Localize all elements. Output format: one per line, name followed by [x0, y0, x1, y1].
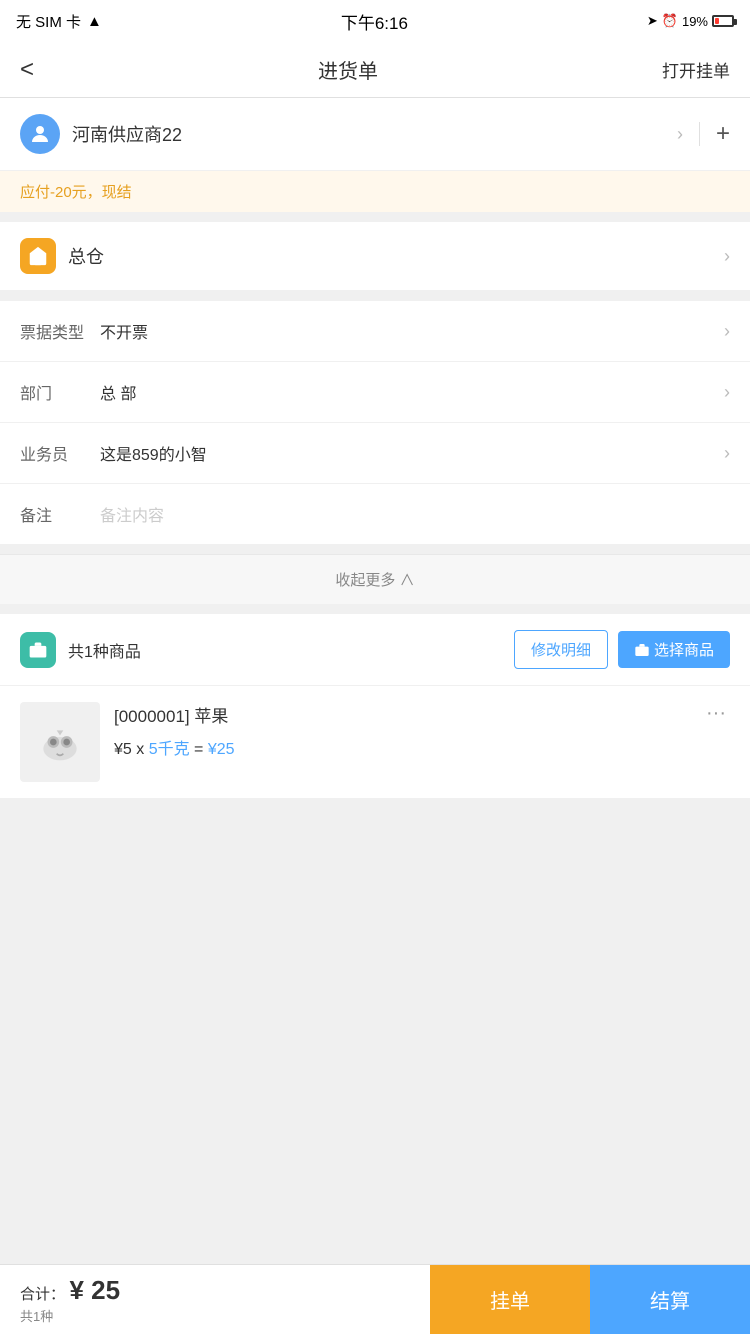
form-section: 票据类型 不开票 › 部门 总 部 › 业务员 这是859的小智 › 备注 备注…	[0, 300, 750, 544]
collapse-button[interactable]: 收起更多 ∧	[0, 554, 750, 604]
battery-icon	[712, 15, 734, 27]
quantity: 5千克	[149, 741, 190, 758]
total-label: 合计：	[20, 1286, 65, 1303]
product-more-button[interactable]: ···	[702, 702, 730, 725]
department-value: 总 部	[100, 380, 724, 404]
invoice-type-value: 不开票	[100, 319, 724, 343]
collapse-label: 收起更多 ∧	[335, 572, 414, 589]
supplier-avatar	[20, 114, 60, 154]
remarks-input[interactable]: 备注内容	[100, 502, 730, 526]
warehouse-row[interactable]: 总仓 ›	[0, 222, 750, 290]
alarm-icon: ⏰	[662, 13, 678, 29]
status-carrier: 无 SIM 卡 ▲	[16, 11, 102, 32]
supplier-name: 河南供应商22	[72, 121, 677, 147]
line-total: ¥25	[208, 741, 235, 758]
status-right-group: ➤ ⏰ 19%	[647, 13, 734, 29]
product-thumbnail	[20, 702, 100, 782]
invoice-type-row[interactable]: 票据类型 不开票 ›	[0, 300, 750, 361]
unit-price: ¥5 x	[114, 741, 149, 758]
select-product-button[interactable]: 选择商品	[618, 631, 730, 668]
supplier-notice: 应付-20元，现结	[0, 171, 750, 212]
checkout-button[interactable]: 结算	[590, 1265, 750, 1334]
salesperson-row[interactable]: 业务员 这是859的小智 ›	[0, 422, 750, 483]
warehouse-chevron-icon: ›	[724, 246, 730, 267]
add-supplier-button[interactable]: +	[716, 120, 730, 148]
vertical-divider	[699, 122, 700, 146]
battery-percent: 19%	[682, 14, 708, 29]
product-code: [0000001]	[114, 707, 194, 726]
product-item: [0000001] 苹果 ¥5 x 5千克 = ¥25 ···	[0, 685, 750, 798]
hang-order-button[interactable]: 挂单	[430, 1265, 590, 1334]
remarks-row[interactable]: 备注 备注内容	[0, 483, 750, 544]
status-time: 下午6:16	[341, 9, 408, 34]
total-row: 合计： ¥ 25	[20, 1275, 410, 1306]
supplier-section: 河南供应商22 › + 应付-20元，现结	[0, 98, 750, 212]
supplier-row[interactable]: 河南供应商22 › +	[0, 98, 750, 171]
invoice-type-label: 票据类型	[20, 319, 100, 343]
total-amount: ¥ 25	[69, 1275, 120, 1305]
product-title: 苹果	[194, 707, 228, 726]
bottom-bar: 合计： ¥ 25 共1种 挂单 结算	[0, 1264, 750, 1334]
edit-detail-button[interactable]: 修改明细	[514, 630, 608, 669]
product-header: 共1种商品 修改明细 选择商品	[0, 614, 750, 685]
back-button[interactable]: <	[20, 56, 34, 84]
product-name: [0000001] 苹果	[114, 702, 702, 727]
invoice-type-chevron-icon: ›	[724, 321, 730, 342]
status-bar: 无 SIM 卡 ▲ 下午6:16 ➤ ⏰ 19%	[0, 0, 750, 42]
remarks-label: 备注	[20, 502, 100, 526]
total-section: 合计： ¥ 25 共1种	[0, 1275, 430, 1325]
wifi-signal-icon: ▲	[87, 13, 102, 30]
product-icon	[20, 632, 56, 668]
product-count: 共1种商品	[68, 638, 514, 662]
page-title: 进货单	[318, 55, 378, 84]
department-row[interactable]: 部门 总 部 ›	[0, 361, 750, 422]
nav-bar: < 进货单 打开挂单	[0, 42, 750, 98]
open-pending-button[interactable]: 打开挂单	[662, 57, 730, 82]
department-label: 部门	[20, 380, 100, 404]
supplier-chevron-icon: ›	[677, 124, 683, 145]
product-section: 共1种商品 修改明细 选择商品	[0, 614, 750, 798]
salesperson-value: 这是859的小智	[100, 441, 724, 465]
product-price-row: ¥5 x 5千克 = ¥25	[114, 735, 702, 759]
salesperson-label: 业务员	[20, 441, 100, 465]
equals-sign: =	[194, 741, 208, 758]
warehouse-section: 总仓 ›	[0, 222, 750, 290]
carrier-label: 无 SIM 卡	[16, 11, 81, 32]
salesperson-chevron-icon: ›	[724, 443, 730, 464]
department-chevron-icon: ›	[724, 382, 730, 403]
select-product-label: 选择商品	[654, 639, 714, 660]
product-info: [0000001] 苹果 ¥5 x 5千克 = ¥25	[114, 702, 702, 759]
total-count: 共1种	[20, 1306, 410, 1325]
warehouse-name: 总仓	[68, 243, 724, 269]
location-icon: ➤	[647, 13, 658, 29]
warehouse-icon	[20, 238, 56, 274]
